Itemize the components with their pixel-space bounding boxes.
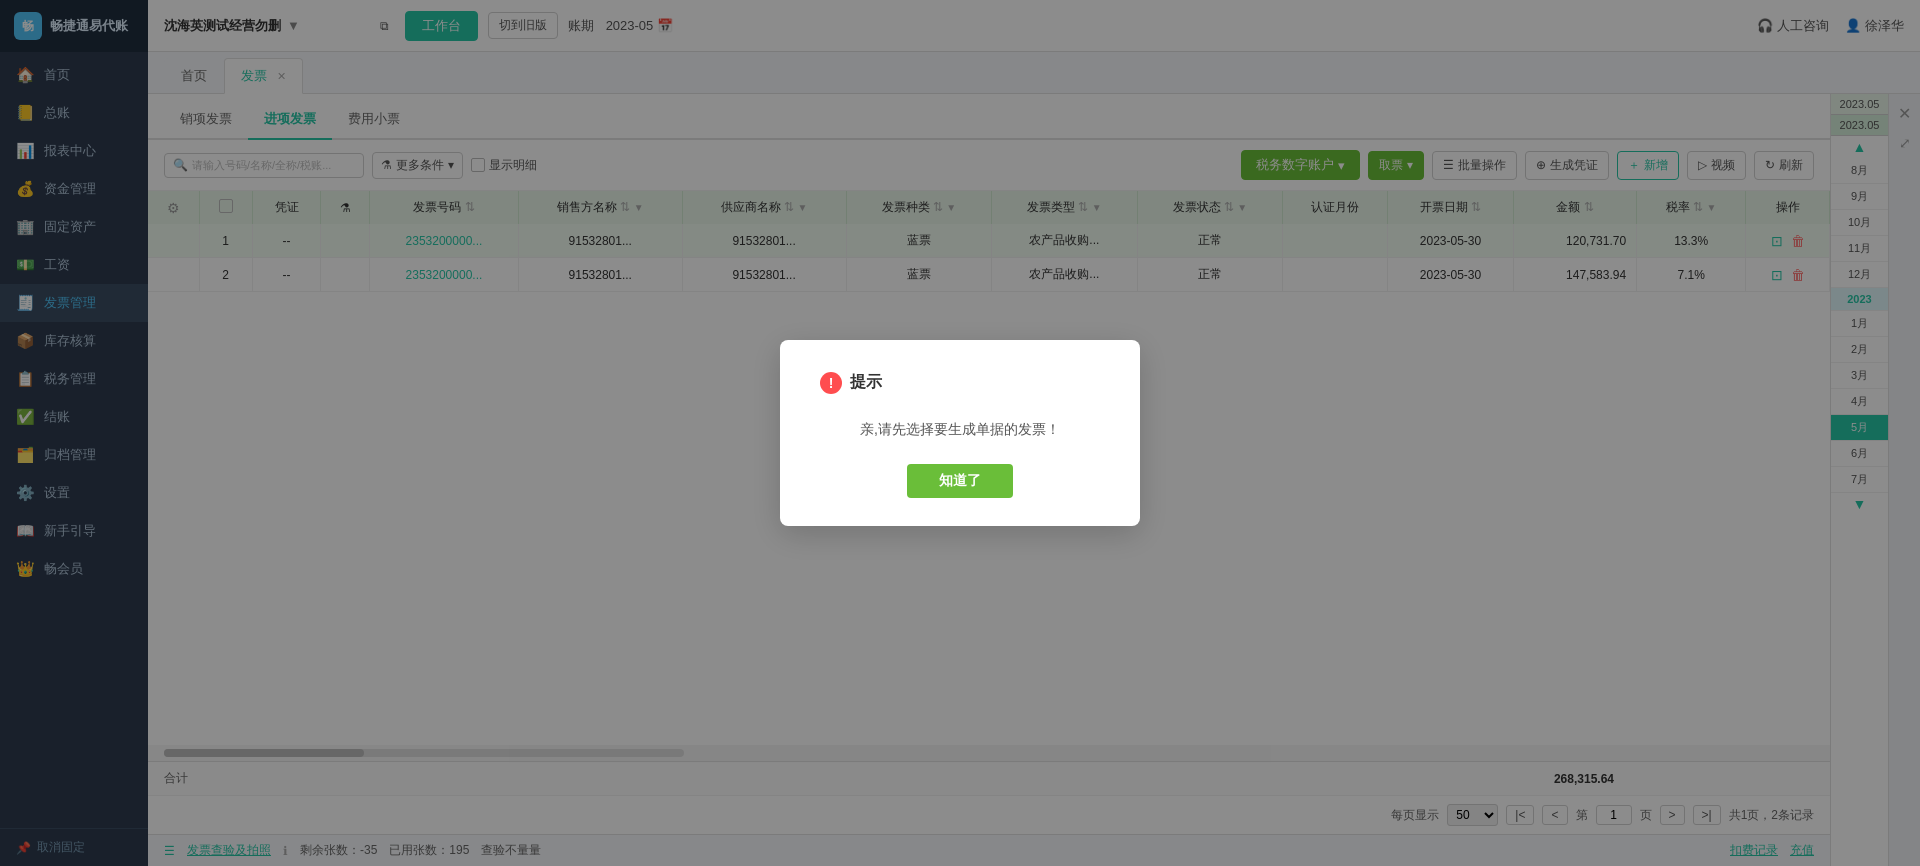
modal-title: ! 提示 [820,372,882,394]
modal-ok-button[interactable]: 知道了 [907,464,1013,498]
modal-footer: 知道了 [820,464,1100,498]
modal-dialog: ! 提示 亲,请先选择要生成单据的发票！ 知道了 [780,340,1140,526]
modal-message: 亲,请先选择要生成单据的发票！ [860,421,1060,437]
modal-overlay[interactable]: ! 提示 亲,请先选择要生成单据的发票！ 知道了 [0,0,1920,866]
modal-title-text: 提示 [850,372,882,393]
modal-body: 亲,请先选择要生成单据的发票！ [860,410,1060,448]
modal-warning-icon: ! [820,372,842,394]
